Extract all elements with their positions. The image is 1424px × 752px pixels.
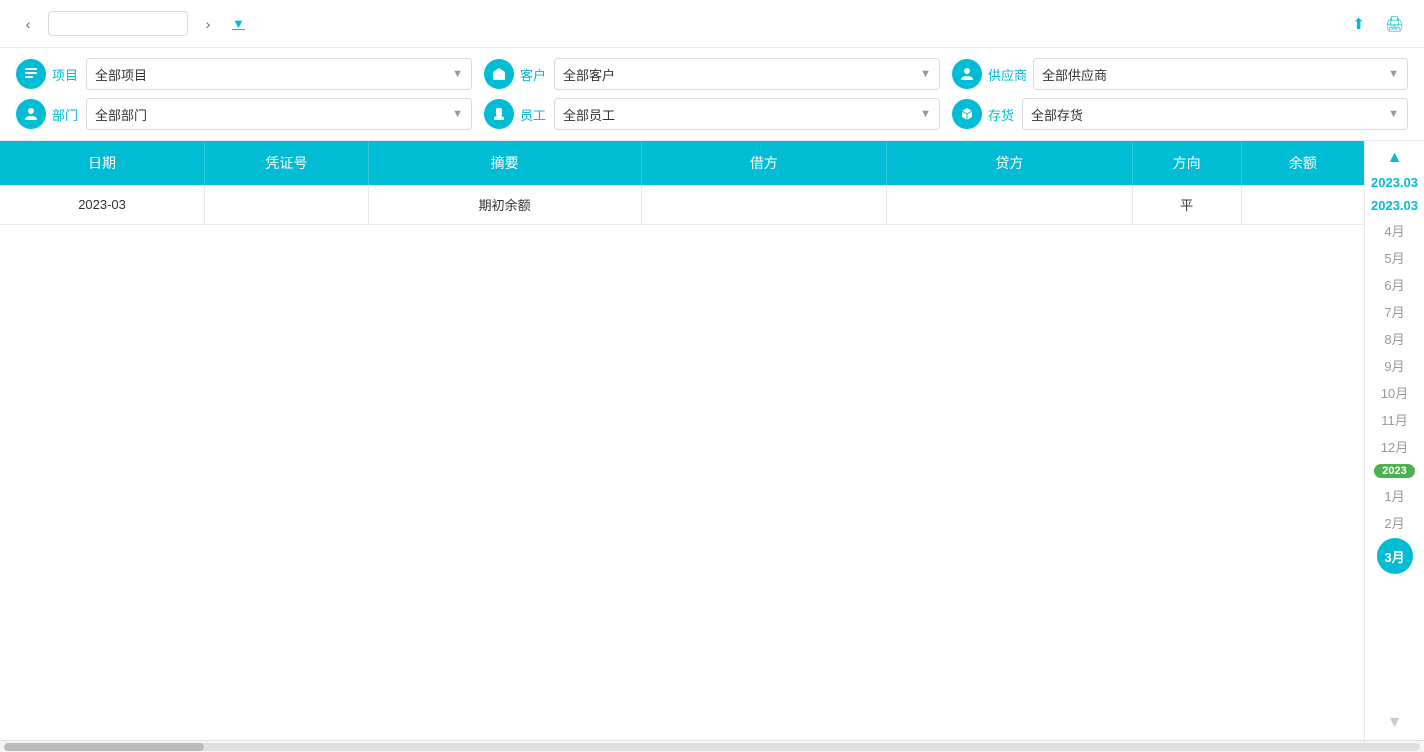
cell-date: 2023-03 bbox=[0, 185, 205, 225]
table-area: 日期 凭证号 摘要 借方 贷方 方向 余额 2023-03 期初余额 平 bbox=[0, 141, 1364, 740]
inventory-label: 存货 bbox=[988, 105, 1016, 124]
customer-select[interactable]: 全部客户 ▼ bbox=[554, 58, 940, 90]
timeline-item-2[interactable]: 4月 bbox=[1365, 217, 1424, 244]
col-balance: 余额 bbox=[1241, 141, 1364, 185]
account-code-box bbox=[48, 11, 188, 36]
filter-employee: 员工 全部员工 ▼ bbox=[484, 98, 940, 130]
project-label: 项目 bbox=[52, 65, 80, 84]
timeline-item-5[interactable]: 7月 bbox=[1365, 298, 1424, 325]
cell-debit bbox=[641, 185, 887, 225]
col-date: 日期 bbox=[0, 141, 205, 185]
department-label: 部门 bbox=[52, 105, 80, 124]
filter-customer: 客户 全部客户 ▼ bbox=[484, 58, 940, 90]
inventory-value: 全部存货 bbox=[1031, 105, 1083, 124]
filter-supplier: 供应商 全部供应商 ▼ bbox=[952, 58, 1408, 90]
timeline-sidebar: ▲ 2023.032023.034月5月6月7月8月9月10月11月12月202… bbox=[1364, 141, 1424, 740]
timeline-item-4[interactable]: 6月 bbox=[1365, 271, 1424, 298]
timeline-item-13[interactable]: 2月 bbox=[1365, 509, 1424, 536]
col-credit: 贷方 bbox=[887, 141, 1133, 185]
cell-summary: 期初余额 bbox=[368, 185, 641, 225]
timeline-scroll-up-btn[interactable]: ▲ bbox=[1365, 145, 1424, 171]
table-body: 2023-03 期初余额 平 bbox=[0, 185, 1364, 225]
filter-inventory: 存货 全部存货 ▼ bbox=[952, 98, 1408, 130]
timeline-scroll-down-btn[interactable]: ▼ bbox=[1365, 710, 1424, 736]
employee-icon bbox=[484, 99, 514, 129]
scrollbar-thumb[interactable] bbox=[4, 743, 204, 751]
timeline-item-8[interactable]: 10月 bbox=[1365, 379, 1424, 406]
cell-balance bbox=[1241, 185, 1364, 225]
next-account-btn[interactable]: › bbox=[196, 12, 220, 36]
customer-label: 客户 bbox=[520, 65, 548, 84]
filter-department: 部门 全部部门 ▼ bbox=[16, 98, 472, 130]
project-arrow-icon: ▼ bbox=[452, 68, 463, 80]
show-sub-arrow-icon: ▼ bbox=[232, 16, 245, 31]
col-debit: 借方 bbox=[641, 141, 887, 185]
ledger-table: 日期 凭证号 摘要 借方 贷方 方向 余额 2023-03 期初余额 平 bbox=[0, 141, 1364, 225]
department-icon bbox=[16, 99, 46, 129]
download-btn[interactable]: ⬆ bbox=[1352, 15, 1369, 33]
department-arrow-icon: ▼ bbox=[452, 108, 463, 120]
close-btn[interactable] bbox=[1384, 10, 1412, 38]
inventory-icon bbox=[952, 99, 982, 129]
show-sub-btn[interactable]: ▼ bbox=[228, 16, 245, 31]
employee-label: 员工 bbox=[520, 105, 548, 124]
filter-row-2: 部门 全部部门 ▼ 员工 全部员工 ▼ bbox=[16, 98, 1408, 130]
inventory-arrow-icon: ▼ bbox=[1388, 108, 1399, 120]
cell-direction: 平 bbox=[1132, 185, 1241, 225]
timeline-item-10[interactable]: 12月 bbox=[1365, 433, 1424, 460]
project-select[interactable]: 全部项目 ▼ bbox=[86, 58, 472, 90]
timeline-item-12[interactable]: 1月 bbox=[1365, 482, 1424, 509]
supplier-arrow-icon: ▼ bbox=[1388, 68, 1399, 80]
timeline-item-9[interactable]: 11月 bbox=[1365, 406, 1424, 433]
table-header-row: 日期 凭证号 摘要 借方 贷方 方向 余额 bbox=[0, 141, 1364, 185]
col-voucher: 凭证号 bbox=[205, 141, 369, 185]
timeline-item-11[interactable]: 2023 bbox=[1365, 460, 1424, 482]
department-select[interactable]: 全部部门 ▼ bbox=[86, 98, 472, 130]
prev-account-btn[interactable]: ‹ bbox=[16, 12, 40, 36]
cell-credit bbox=[887, 185, 1133, 225]
customer-value: 全部客户 bbox=[563, 65, 615, 84]
timeline-item-14[interactable]: 3月 bbox=[1377, 538, 1413, 574]
cell-voucher bbox=[205, 185, 369, 225]
customer-icon bbox=[484, 59, 514, 89]
supplier-icon bbox=[952, 59, 982, 89]
timeline-item-7[interactable]: 9月 bbox=[1365, 352, 1424, 379]
timeline-item-0[interactable]: 2023.03 bbox=[1365, 171, 1424, 194]
filter-row-1: 项目 全部项目 ▼ 客户 全部客户 ▼ bbox=[16, 58, 1408, 90]
timeline-items-container: 2023.032023.034月5月6月7月8月9月10月11月12月20231… bbox=[1365, 171, 1424, 710]
timeline-item-6[interactable]: 8月 bbox=[1365, 325, 1424, 352]
scrollbar-track bbox=[4, 743, 1420, 751]
inventory-select[interactable]: 全部存货 ▼ bbox=[1022, 98, 1408, 130]
project-icon bbox=[16, 59, 46, 89]
timeline-item-3[interactable]: 5月 bbox=[1365, 244, 1424, 271]
employee-value: 全部员工 bbox=[563, 105, 615, 124]
department-value: 全部部门 bbox=[95, 105, 147, 124]
col-summary: 摘要 bbox=[368, 141, 641, 185]
supplier-value: 全部供应商 bbox=[1042, 65, 1107, 84]
employee-arrow-icon: ▼ bbox=[920, 108, 931, 120]
main-content: 日期 凭证号 摘要 借方 贷方 方向 余额 2023-03 期初余额 平 ▲ bbox=[0, 141, 1424, 740]
filter-bar: 项目 全部项目 ▼ 客户 全部客户 ▼ bbox=[0, 48, 1424, 141]
main-window: ‹ › ▼ ⬆ 🖨 bbox=[0, 0, 1424, 752]
employee-select[interactable]: 全部员工 ▼ bbox=[554, 98, 940, 130]
project-value: 全部项目 bbox=[95, 65, 147, 84]
col-direction: 方向 bbox=[1132, 141, 1241, 185]
timeline-item-1[interactable]: 2023.03 bbox=[1365, 194, 1424, 217]
supplier-select[interactable]: 全部供应商 ▼ bbox=[1033, 58, 1408, 90]
title-bar: ‹ › ▼ ⬆ 🖨 bbox=[0, 0, 1424, 48]
supplier-label: 供应商 bbox=[988, 65, 1027, 84]
customer-arrow-icon: ▼ bbox=[920, 68, 931, 80]
horizontal-scrollbar[interactable] bbox=[0, 740, 1424, 752]
filter-project: 项目 全部项目 ▼ bbox=[16, 58, 472, 90]
table-row[interactable]: 2023-03 期初余额 平 bbox=[0, 185, 1364, 225]
download-icon: ⬆ bbox=[1352, 15, 1365, 33]
